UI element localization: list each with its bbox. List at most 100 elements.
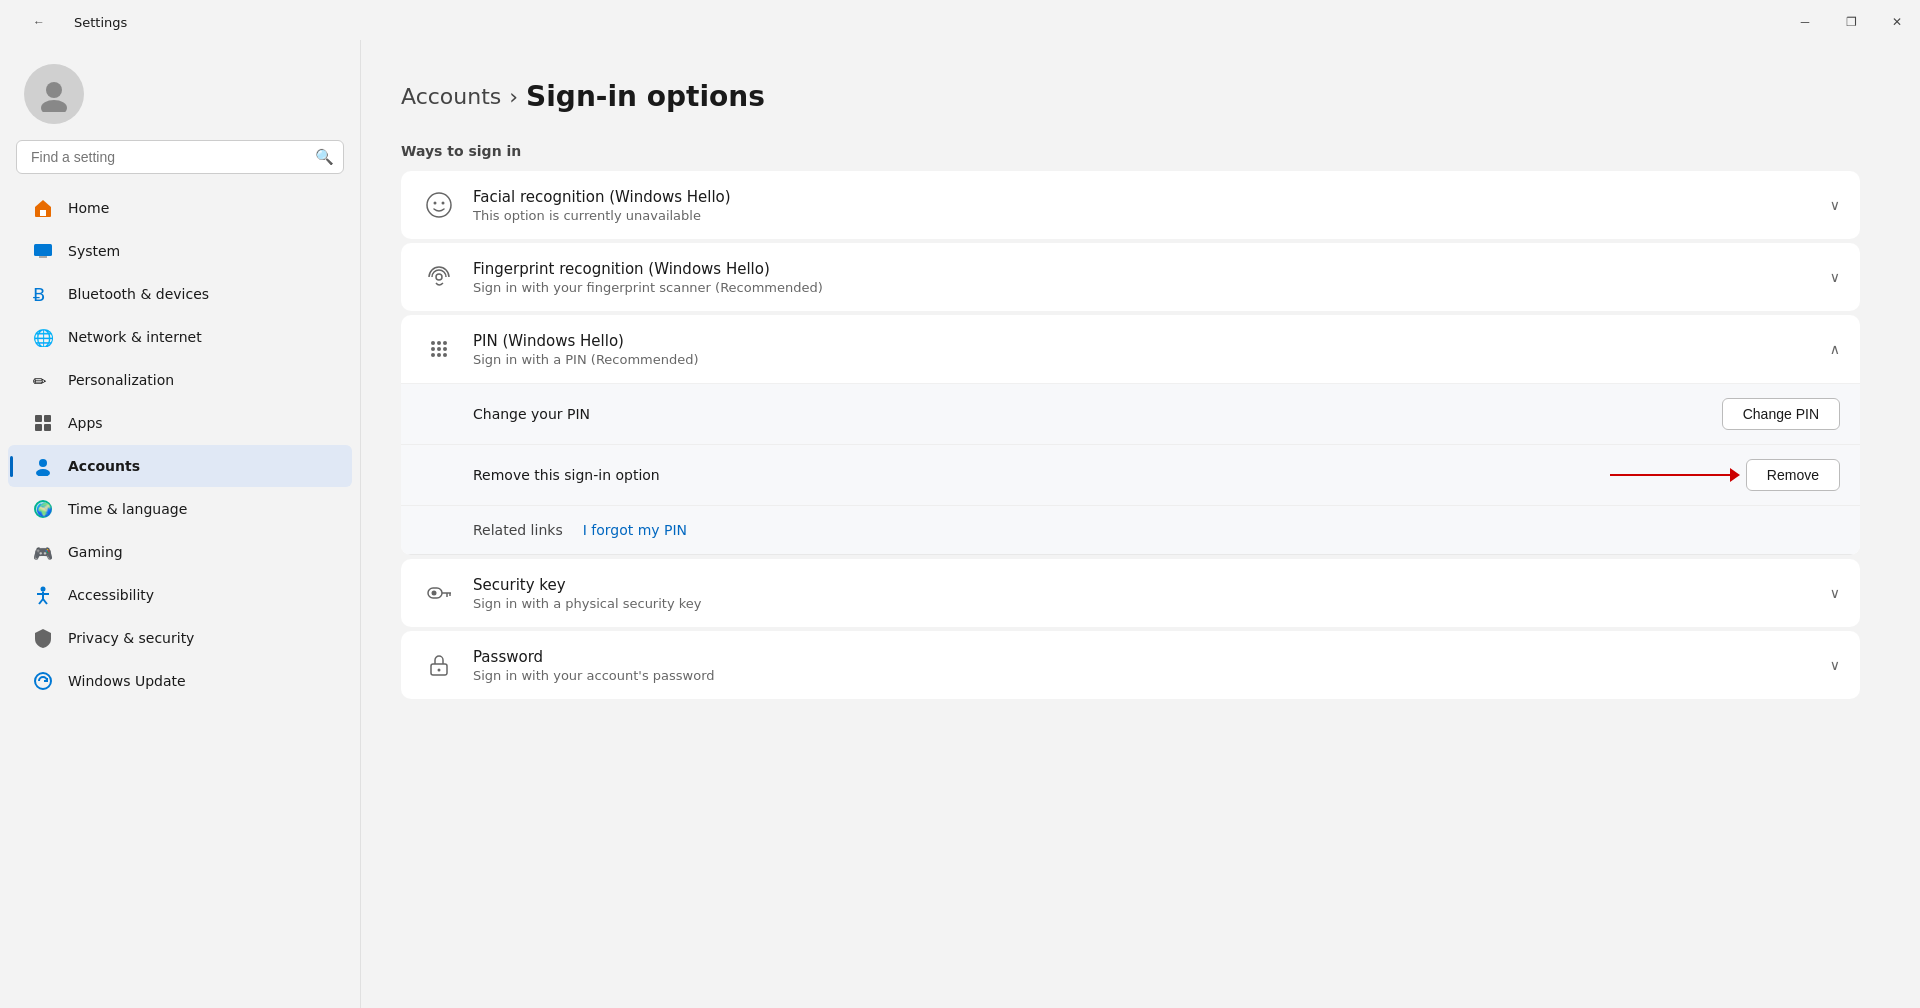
svg-point-43 — [438, 669, 441, 672]
setting-icon-facial — [421, 187, 457, 223]
nav-label-home: Home — [68, 200, 109, 216]
svg-point-25 — [434, 202, 437, 205]
chevron-fingerprint: ∨ — [1830, 269, 1840, 285]
svg-point-12 — [39, 459, 47, 467]
nav-label-update: Windows Update — [68, 673, 186, 689]
svg-rect-3 — [34, 244, 52, 256]
svg-rect-10 — [35, 424, 42, 431]
svg-point-23 — [35, 673, 51, 689]
setting-title-fingerprint: Fingerprint recognition (Windows Hello) — [473, 260, 1818, 278]
nav-icon-update — [32, 670, 54, 692]
svg-point-18 — [41, 587, 46, 592]
nav-icon-apps — [32, 412, 54, 434]
sidebar-item-personalization[interactable]: ✏️ Personalization — [8, 359, 352, 401]
setting-icon-fingerprint — [421, 259, 457, 295]
sidebar: 🔍 Home System Ƀ Bluetooth & devices 🌐 Ne… — [0, 40, 360, 1008]
svg-point-0 — [46, 82, 62, 98]
remove-sign-in-row: Remove this sign-in option Remove — [401, 445, 1860, 506]
nav-icon-network: 🌐 — [32, 326, 54, 348]
back-button[interactable]: ← — [16, 6, 62, 38]
user-profile — [0, 40, 360, 140]
svg-point-30 — [443, 341, 447, 345]
nav-label-accounts: Accounts — [68, 458, 140, 474]
chevron-facial: ∨ — [1830, 197, 1840, 213]
sidebar-item-time[interactable]: 🌍 Time & language — [8, 488, 352, 530]
svg-line-22 — [43, 599, 47, 604]
sidebar-item-accessibility[interactable]: Accessibility — [8, 574, 352, 616]
main-content: Accounts › Sign-in options Ways to sign … — [361, 40, 1920, 1008]
sidebar-item-privacy[interactable]: Privacy & security — [8, 617, 352, 659]
nav-label-bluetooth: Bluetooth & devices — [68, 286, 209, 302]
arrow-annotation — [1610, 468, 1740, 482]
sidebar-item-accounts[interactable]: Accounts — [8, 445, 352, 487]
setting-card-password: Password Sign in with your account's pas… — [401, 631, 1860, 699]
app-body: 🔍 Home System Ƀ Bluetooth & devices 🌐 Ne… — [0, 40, 1920, 1008]
svg-point-1 — [41, 100, 67, 112]
sidebar-item-gaming[interactable]: 🎮 Gaming — [8, 531, 352, 573]
setting-subtitle-fingerprint: Sign in with your fingerprint scanner (R… — [473, 280, 1818, 295]
sidebar-item-network[interactable]: 🌐 Network & internet — [8, 316, 352, 358]
chevron-password: ∨ — [1830, 657, 1840, 673]
setting-title-password: Password — [473, 648, 1818, 666]
setting-title-facial: Facial recognition (Windows Hello) — [473, 188, 1818, 206]
setting-title-security_key: Security key — [473, 576, 1818, 594]
sidebar-item-bluetooth[interactable]: Ƀ Bluetooth & devices — [8, 273, 352, 315]
svg-text:🌍: 🌍 — [36, 501, 53, 518]
svg-point-33 — [443, 347, 447, 351]
setting-row-password[interactable]: Password Sign in with your account's pas… — [401, 631, 1860, 699]
nav-icon-gaming: 🎮 — [32, 541, 54, 563]
svg-point-27 — [436, 274, 442, 280]
sidebar-item-update[interactable]: Windows Update — [8, 660, 352, 702]
change-pin-label: Change your PIN — [473, 406, 590, 422]
setting-row-facial[interactable]: Facial recognition (Windows Hello) This … — [401, 171, 1860, 239]
svg-point-28 — [431, 341, 435, 345]
sidebar-nav: Home System Ƀ Bluetooth & devices 🌐 Netw… — [0, 186, 360, 703]
minimize-button[interactable]: ─ — [1782, 6, 1828, 38]
sidebar-item-home[interactable]: Home — [8, 187, 352, 229]
remove-button[interactable]: Remove — [1746, 459, 1840, 491]
nav-label-privacy: Privacy & security — [68, 630, 194, 646]
close-button[interactable]: ✕ — [1874, 6, 1920, 38]
nav-label-personalization: Personalization — [68, 372, 174, 388]
change-pin-button[interactable]: Change PIN — [1722, 398, 1840, 430]
svg-text:Ƀ: Ƀ — [33, 284, 45, 304]
setting-subtitle-security_key: Sign in with a physical security key — [473, 596, 1818, 611]
remove-sign-in-label: Remove this sign-in option — [473, 467, 660, 483]
chevron-pin: ∧ — [1830, 341, 1840, 357]
sidebar-item-system[interactable]: System — [8, 230, 352, 272]
setting-row-security_key[interactable]: Security key Sign in with a physical sec… — [401, 559, 1860, 627]
setting-card-pin: PIN (Windows Hello) Sign in with a PIN (… — [401, 315, 1860, 555]
maximize-button[interactable]: ❐ — [1828, 6, 1874, 38]
svg-point-13 — [36, 469, 50, 476]
svg-point-35 — [437, 353, 441, 357]
nav-icon-bluetooth: Ƀ — [32, 283, 54, 305]
setting-row-pin[interactable]: PIN (Windows Hello) Sign in with a PIN (… — [401, 315, 1860, 384]
sidebar-item-apps[interactable]: Apps — [8, 402, 352, 444]
arrow-head — [1730, 468, 1740, 482]
search-input[interactable] — [16, 140, 344, 174]
svg-rect-4 — [39, 256, 47, 258]
svg-point-36 — [443, 353, 447, 357]
nav-icon-accounts — [32, 455, 54, 477]
forgot-pin-link[interactable]: I forgot my PIN — [583, 522, 687, 538]
change-pin-row: Change your PIN Change PIN — [401, 384, 1860, 445]
setting-icon-security_key — [421, 575, 457, 611]
pin-expanded-section: Change your PIN Change PIN Remove this s… — [401, 384, 1860, 555]
window-controls: ─ ❐ ✕ — [1782, 6, 1920, 38]
svg-rect-11 — [44, 424, 51, 431]
svg-point-29 — [437, 341, 441, 345]
svg-rect-8 — [35, 415, 42, 422]
setting-row-fingerprint[interactable]: Fingerprint recognition (Windows Hello) … — [401, 243, 1860, 311]
nav-label-gaming: Gaming — [68, 544, 123, 560]
nav-label-time: Time & language — [68, 501, 187, 517]
svg-text:✏️: ✏️ — [33, 372, 47, 390]
breadcrumb-current: Sign-in options — [526, 80, 765, 113]
setting-text-security_key: Security key Sign in with a physical sec… — [473, 576, 1818, 611]
svg-point-26 — [442, 202, 445, 205]
svg-rect-9 — [44, 415, 51, 422]
search-icon: 🔍 — [315, 148, 334, 166]
avatar — [24, 64, 84, 124]
svg-point-31 — [431, 347, 435, 351]
svg-text:🎮: 🎮 — [33, 544, 53, 562]
setting-icon-pin — [421, 331, 457, 367]
